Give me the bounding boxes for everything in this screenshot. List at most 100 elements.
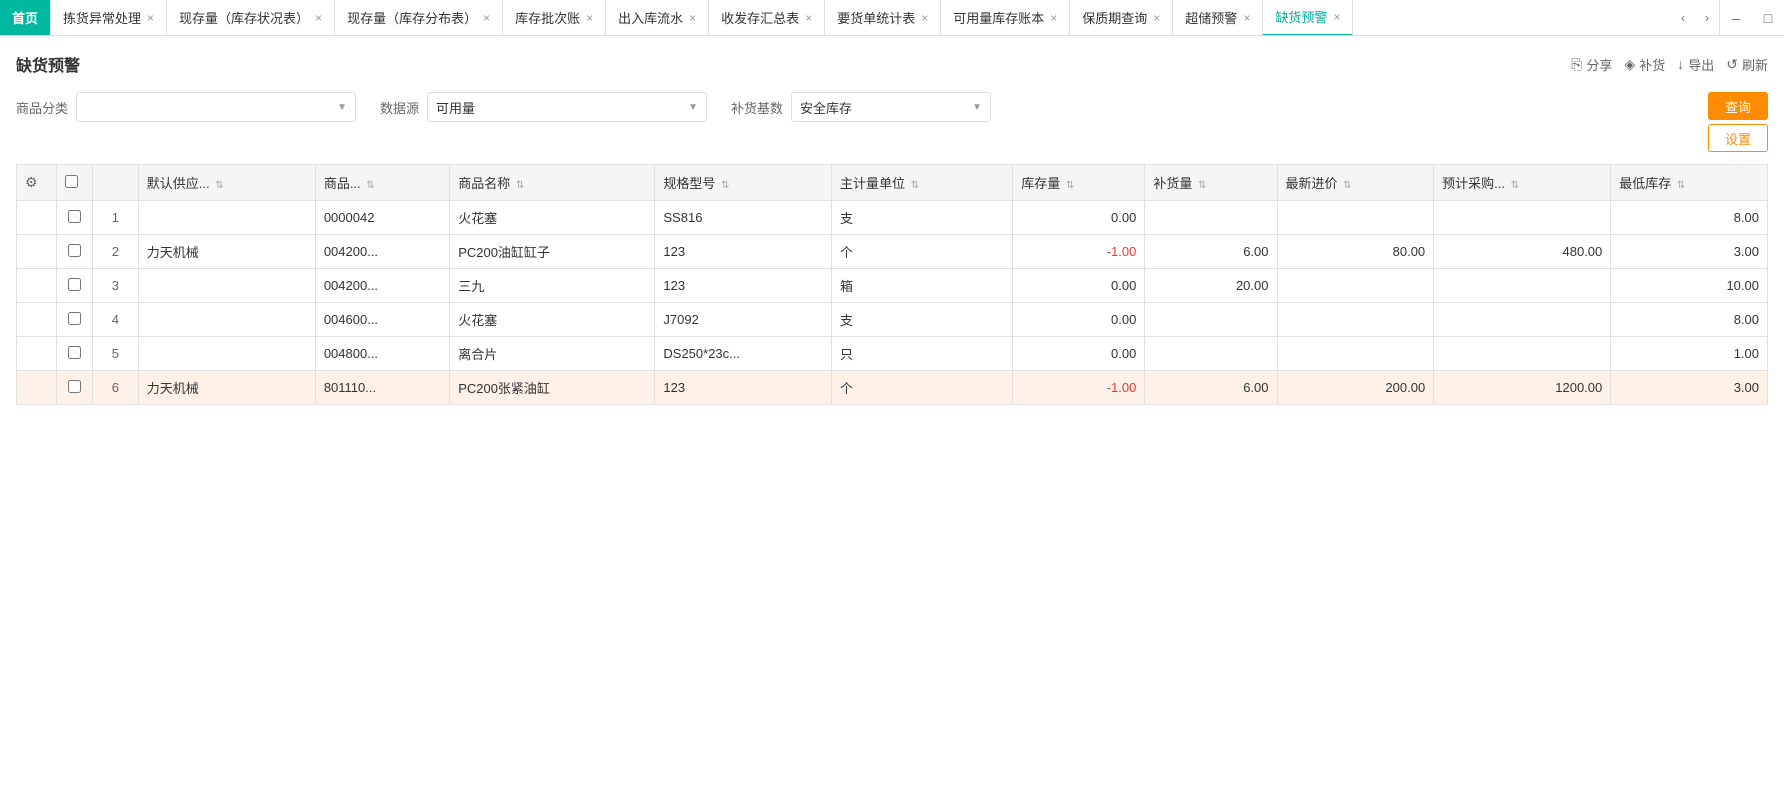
- tab-item-exception[interactable]: 拣货异常处理 ×: [51, 0, 167, 36]
- col-latest-price-label: 最新进价: [1286, 176, 1338, 191]
- row-checkbox[interactable]: [68, 346, 81, 359]
- replenish-basis-select[interactable]: 安全库存 ▼: [791, 92, 991, 122]
- tab-item-home[interactable]: 首页: [0, 0, 51, 36]
- col-settings[interactable]: ⚙: [17, 165, 57, 201]
- row-estimated-purchase: 480.00: [1434, 235, 1611, 269]
- query-button[interactable]: 查询: [1708, 92, 1768, 120]
- window-maximize-button[interactable]: □: [1752, 0, 1784, 36]
- row-min-stock: 3.00: [1611, 235, 1768, 269]
- col-product-code[interactable]: 商品... ⇅: [315, 165, 449, 201]
- tab-close-icon[interactable]: ×: [315, 12, 322, 24]
- col-checkbox: [57, 165, 93, 201]
- category-dropdown-arrow: ▼: [337, 102, 347, 113]
- category-select[interactable]: ▼: [76, 92, 356, 122]
- tab-close-icon[interactable]: ×: [689, 12, 696, 24]
- col-row-num: [93, 165, 139, 201]
- tab-item-stock-status[interactable]: 现存量（库存状况表）×: [167, 0, 335, 36]
- refresh-button[interactable]: ↺ 刷新: [1726, 55, 1768, 74]
- row-stock-qty: 0.00: [1013, 201, 1145, 235]
- replenish-button[interactable]: ◈ 补货: [1624, 55, 1665, 74]
- row-number: 3: [93, 269, 139, 303]
- tab-label: 保质期查询: [1082, 8, 1147, 27]
- col-unit-sort: ⇅: [911, 180, 919, 191]
- window-minimize-button[interactable]: –: [1720, 0, 1752, 36]
- tab-item-available-ledger[interactable]: 可用量库存账本 ×: [941, 0, 1070, 36]
- select-all-checkbox[interactable]: [65, 175, 78, 188]
- row-spec-model: SS816: [655, 201, 832, 235]
- tab-prev-button[interactable]: ‹: [1671, 0, 1695, 36]
- row-product-code: 0000042: [315, 201, 449, 235]
- tab-item-order-stats[interactable]: 要货单统计表 ×: [825, 0, 941, 36]
- col-product-name-label: 商品名称: [458, 176, 510, 191]
- row-default-supplier: 力天机械: [138, 371, 315, 405]
- col-latest-price[interactable]: 最新进价 ⇅: [1277, 165, 1434, 201]
- export-button[interactable]: ↓ 导出: [1677, 55, 1714, 74]
- row-latest-price: [1277, 337, 1434, 371]
- row-spec-model: 123: [655, 235, 832, 269]
- col-unit[interactable]: 主计量单位 ⇅: [832, 165, 1013, 201]
- tab-close-icon[interactable]: ×: [921, 12, 928, 24]
- row-product-code: 801110...: [315, 371, 449, 405]
- tab-close-icon[interactable]: ×: [483, 12, 490, 24]
- table-row: 5004800...离合片DS250*23c...只0.001.00: [17, 337, 1768, 371]
- tab-close-icon[interactable]: ×: [805, 12, 812, 24]
- tab-close-icon[interactable]: ×: [1153, 12, 1160, 24]
- tab-item-inout-flow[interactable]: 出入库流水×: [606, 0, 709, 36]
- col-spec-model[interactable]: 规格型号 ⇅: [655, 165, 832, 201]
- row-latest-price: 80.00: [1277, 235, 1434, 269]
- tab-close-icon[interactable]: ×: [1243, 12, 1250, 24]
- row-min-stock: 10.00: [1611, 269, 1768, 303]
- col-product-name[interactable]: 商品名称 ⇅: [450, 165, 655, 201]
- row-checkbox[interactable]: [68, 278, 81, 291]
- tab-item-expiry-query[interactable]: 保质期查询 ×: [1070, 0, 1173, 36]
- export-icon: ↓: [1677, 56, 1684, 72]
- window-actions: – □: [1720, 0, 1784, 36]
- tab-label: 可用量库存账本: [953, 8, 1044, 27]
- row-checkbox[interactable]: [68, 210, 81, 223]
- tab-label: 收发存汇总表: [721, 8, 799, 27]
- tab-close-icon[interactable]: ×: [147, 12, 154, 24]
- tab-item-collect-summary[interactable]: 收发存汇总表 ×: [709, 0, 825, 36]
- row-latest-price: [1277, 303, 1434, 337]
- datasource-select[interactable]: 可用量 ▼: [427, 92, 707, 122]
- tab-label: 要货单统计表: [837, 8, 915, 27]
- row-checkbox-cell: [57, 269, 93, 303]
- tab-item-batch-account[interactable]: 库存批次账×: [503, 0, 606, 36]
- col-replenish-qty[interactable]: 补货量 ⇅: [1145, 165, 1277, 201]
- col-stock-qty[interactable]: 库存量 ⇅: [1013, 165, 1145, 201]
- col-spec-model-label: 规格型号: [663, 176, 715, 191]
- category-filter-group: 商品分类 ▼: [16, 92, 356, 122]
- tab-label: 拣货异常处理: [63, 8, 141, 27]
- row-stock-qty: 0.00: [1013, 303, 1145, 337]
- col-default-supplier-label: 默认供应...: [147, 176, 210, 191]
- row-default-supplier: 力天机械: [138, 235, 315, 269]
- tab-close-icon[interactable]: ×: [1333, 11, 1340, 23]
- row-checkbox-cell: [57, 371, 93, 405]
- row-checkbox[interactable]: [68, 312, 81, 325]
- row-unit: 支: [832, 303, 1013, 337]
- row-number: 1: [93, 201, 139, 235]
- tab-close-icon[interactable]: ×: [586, 12, 593, 24]
- share-button[interactable]: ⎘ 分享: [1571, 55, 1612, 74]
- replenish-basis-dropdown-arrow: ▼: [972, 102, 982, 113]
- datasource-filter-group: 数据源 可用量 ▼: [380, 92, 707, 122]
- column-settings-icon[interactable]: ⚙: [25, 174, 38, 190]
- row-settings-cell: [17, 371, 57, 405]
- tab-item-overstock[interactable]: 超储预警×: [1173, 0, 1263, 36]
- tab-item-shortage[interactable]: 缺货预警×: [1263, 0, 1353, 36]
- tab-item-stock-dist[interactable]: 现存量（库存分布表） ×: [335, 0, 503, 36]
- tab-next-button[interactable]: ›: [1695, 0, 1719, 36]
- col-default-supplier[interactable]: 默认供应... ⇅: [138, 165, 315, 201]
- col-min-stock[interactable]: 最低库存 ⇅: [1611, 165, 1768, 201]
- row-checkbox[interactable]: [68, 244, 81, 257]
- tab-label: 现存量（库存分布表）: [347, 8, 477, 27]
- tab-close-icon[interactable]: ×: [1050, 12, 1057, 24]
- table-row: 10000042火花塞SS816支0.008.00: [17, 201, 1768, 235]
- col-estimated-purchase[interactable]: 预计采购... ⇅: [1434, 165, 1611, 201]
- row-settings-cell: [17, 337, 57, 371]
- row-checkbox[interactable]: [68, 380, 81, 393]
- settings-button[interactable]: 设置: [1708, 124, 1768, 152]
- row-min-stock: 1.00: [1611, 337, 1768, 371]
- col-min-stock-sort: ⇅: [1677, 180, 1685, 191]
- row-spec-model: 123: [655, 371, 832, 405]
